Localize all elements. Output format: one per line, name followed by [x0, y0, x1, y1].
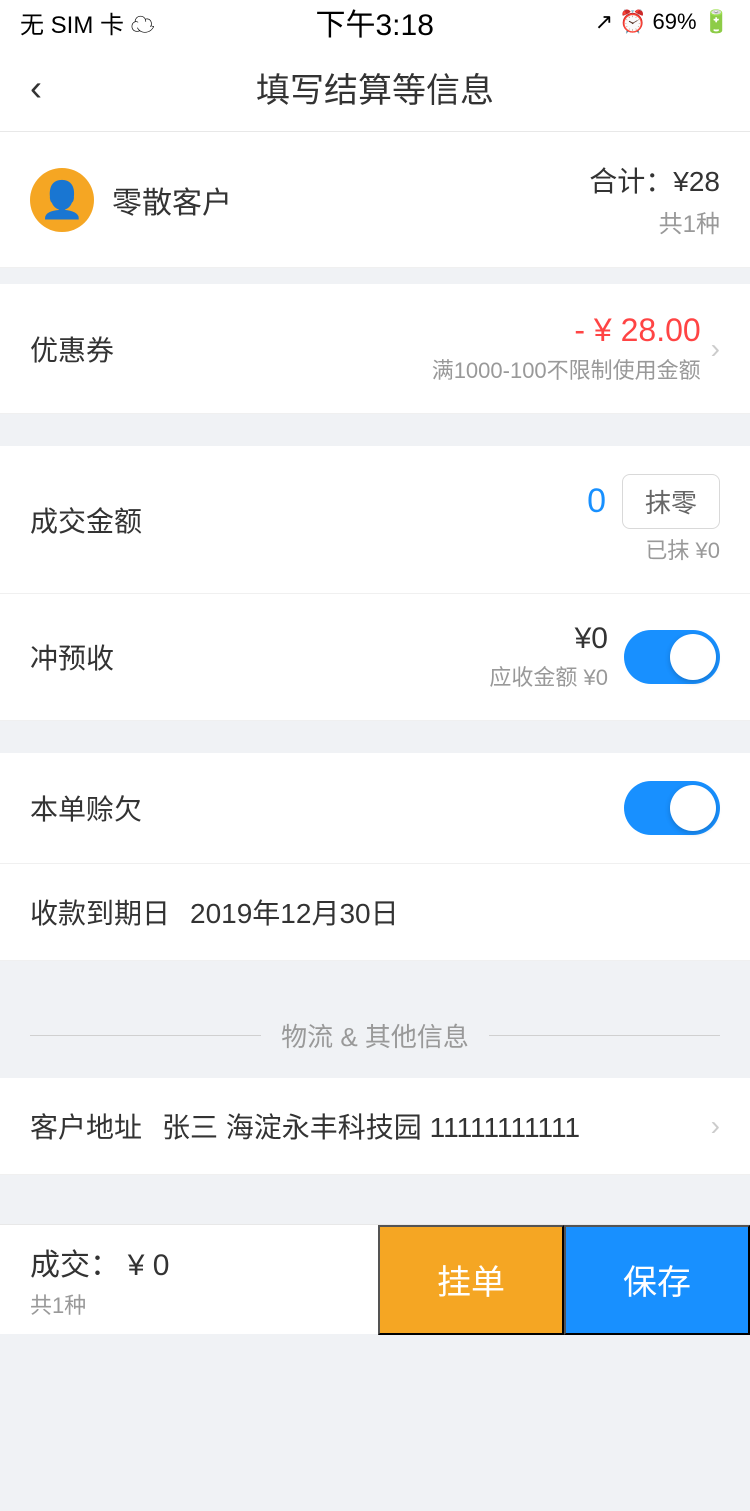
status-left: 无 SIM 卡 ☁ [20, 5, 155, 40]
item-count: 共1种 [589, 204, 720, 239]
deal-amount-label: 成交金额 [30, 500, 142, 540]
hang-order-button[interactable]: 挂单 [378, 1225, 564, 1335]
bottom-item-count: 共1种 [30, 1288, 348, 1320]
receivable-text: 应收金额 ¥0 [489, 660, 608, 692]
save-button[interactable]: 保存 [564, 1225, 750, 1335]
avatar: 👤 [30, 168, 94, 232]
page-title: 填写结算等信息 [256, 63, 494, 112]
avatar-icon: 👤 [40, 179, 85, 221]
round-zero-button[interactable]: 抹零 [622, 474, 720, 529]
debt-toggle-knob [670, 785, 716, 831]
debt-label: 本单赊欠 [30, 788, 142, 828]
status-right: ↗ ⏰ 69% 🔋 [595, 9, 730, 35]
prepay-label: 冲预收 [30, 637, 114, 677]
prepay-toggle[interactable] [624, 630, 720, 684]
coupon-section: 优惠券 - ¥ 28.00 满1000-100不限制使用金额 › [0, 284, 750, 414]
address-label: 客户地址 [30, 1106, 142, 1146]
bottom-deal-row: 成交： ¥ 0 [30, 1240, 348, 1284]
deal-amount-right: 0 抹零 已抹 ¥0 [587, 474, 720, 565]
toggle-knob [670, 634, 716, 680]
customer-info: 👤 零散客户 [30, 168, 232, 232]
status-time: 下午3:18 [315, 0, 433, 44]
customer-name: 零散客户 [112, 178, 232, 222]
customer-section: 👤 零散客户 合计：¥28 共1种 [0, 132, 750, 268]
customer-row: 👤 零散客户 合计：¥28 共1种 [0, 132, 750, 268]
coupon-right: - ¥ 28.00 满1000-100不限制使用金额 › [432, 312, 720, 385]
address-section: 客户地址 张三 海淀永丰科技园 11111111111 › [0, 1078, 750, 1175]
address-row[interactable]: 客户地址 张三 海淀永丰科技园 11111111111 › [0, 1078, 750, 1175]
due-date-row: 收款到期日 2019年12月30日 [0, 864, 750, 961]
due-date-label: 收款到期日 [30, 892, 170, 932]
debt-row: 本单赊欠 [0, 753, 750, 864]
debt-toggle[interactable] [624, 781, 720, 835]
customer-summary: 合计：¥28 共1种 [589, 160, 720, 239]
separator-1 [0, 430, 750, 446]
logistics-header: 物流 & 其他信息 [0, 993, 750, 1078]
nav-bar: ‹ 填写结算等信息 [0, 44, 750, 132]
deal-amount-row: 成交金额 0 抹零 已抹 ¥0 [0, 446, 750, 594]
coupon-description: 满1000-100不限制使用金额 [432, 353, 701, 385]
bottom-deal-label: 成交： [30, 1249, 120, 1282]
prepay-amount: ¥0 [489, 622, 608, 656]
deal-amount-value-area: 0 抹零 [587, 474, 720, 529]
location-icon: ↗ [595, 9, 613, 35]
already-rounded-text: 已抹 ¥0 [587, 533, 720, 565]
prepay-stack: ¥0 应收金额 ¥0 [489, 622, 608, 692]
coupon-label: 优惠券 [30, 329, 114, 369]
debt-section: 本单赊欠 收款到期日 2019年12月30日 [0, 753, 750, 961]
prepay-right: ¥0 应收金额 ¥0 [489, 622, 720, 692]
separator-2 [0, 737, 750, 753]
alarm-icon: ⏰ [619, 9, 646, 35]
deal-amount-section: 成交金额 0 抹零 已抹 ¥0 冲预收 ¥0 应收金额 ¥0 [0, 446, 750, 721]
bottom-summary: 成交： ¥ 0 共1种 [0, 1240, 378, 1320]
separator-3 [0, 977, 750, 993]
logistics-label: 物流 & 其他信息 [281, 1017, 469, 1054]
coupon-right-stack: - ¥ 28.00 满1000-100不限制使用金额 [432, 312, 701, 385]
battery-icon: 🔋 [703, 9, 730, 35]
deal-amount-value: 0 [587, 482, 606, 521]
bottom-bar: 成交： ¥ 0 共1种 挂单 保存 [0, 1224, 750, 1334]
back-button[interactable]: ‹ [30, 67, 42, 109]
address-value: 张三 海淀永丰科技园 11111111111 [162, 1106, 711, 1146]
due-date-value: 2019年12月30日 [190, 892, 399, 932]
prepay-row: 冲预收 ¥0 应收金额 ¥0 [0, 594, 750, 721]
status-bar: 无 SIM 卡 ☁ 下午3:18 ↗ ⏰ 69% 🔋 [0, 0, 750, 44]
battery-text: 69% [653, 9, 697, 35]
coupon-discount: - ¥ 28.00 [432, 312, 701, 349]
signal-text: 无 SIM 卡 ☁ [20, 5, 155, 40]
address-chevron-icon: › [711, 1110, 720, 1142]
order-total: 合计：¥28 [589, 160, 720, 200]
chevron-right-icon: › [711, 333, 720, 365]
bottom-deal-amount: ¥ 0 [128, 1249, 170, 1282]
coupon-row[interactable]: 优惠券 - ¥ 28.00 满1000-100不限制使用金额 › [0, 284, 750, 414]
logistics-line-left [30, 1035, 261, 1036]
logistics-line-right [489, 1035, 720, 1036]
